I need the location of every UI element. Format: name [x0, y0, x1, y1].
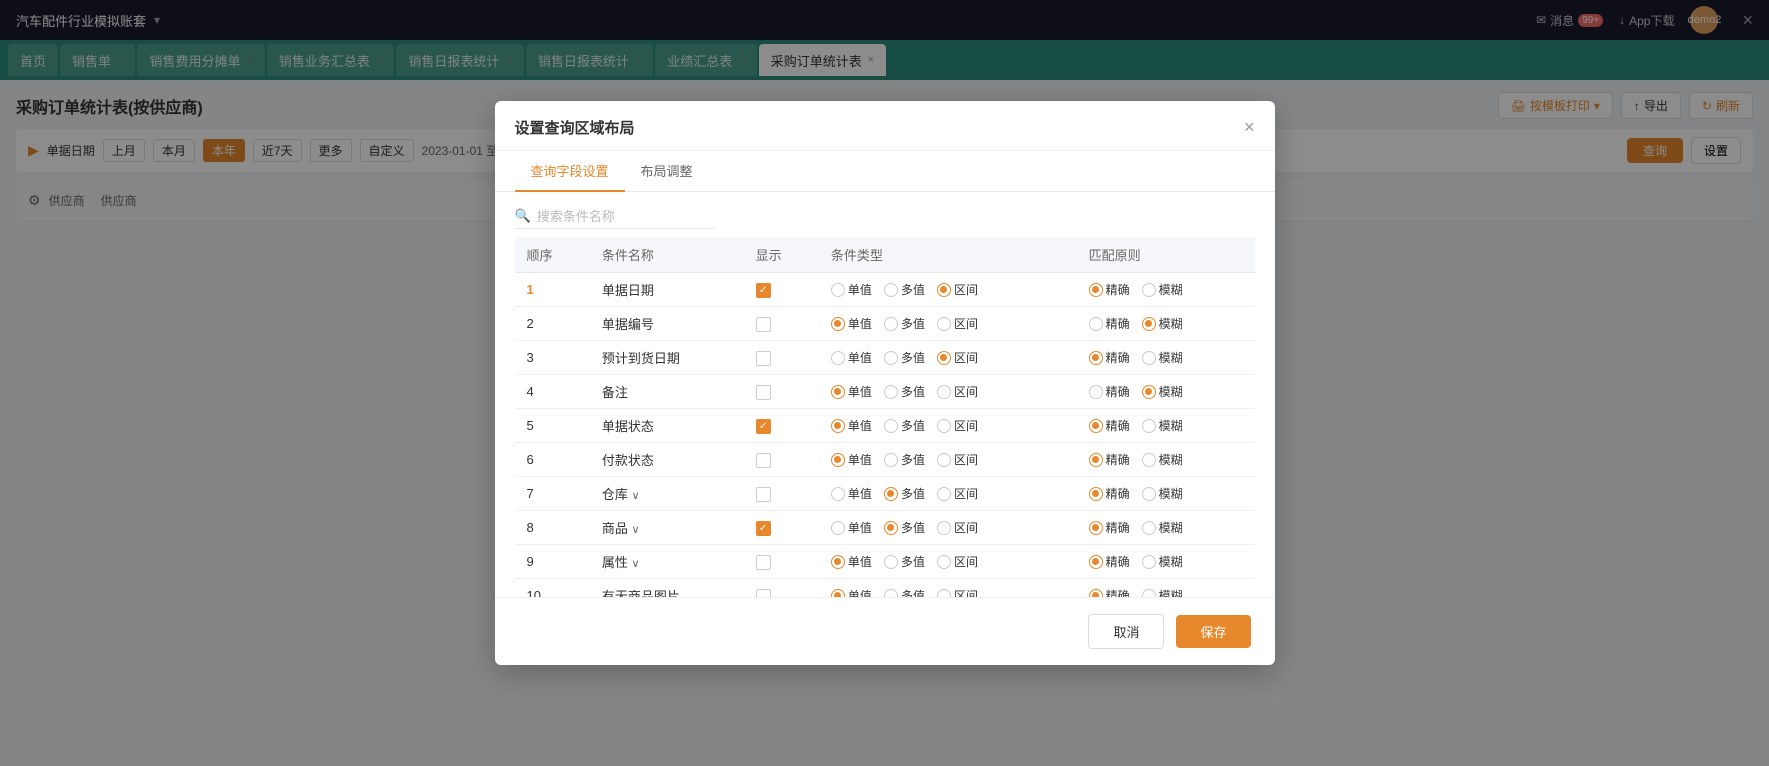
match-fuzzy-opt[interactable]: 模糊	[1142, 281, 1183, 298]
row-match-group: 精确 模糊	[1089, 417, 1243, 434]
row-display-checkbox[interactable]	[756, 521, 771, 536]
row-match-group: 精确 模糊	[1089, 315, 1243, 332]
expand-icon: ∨	[631, 490, 639, 502]
row-match-group: 精确 模糊	[1089, 281, 1243, 298]
row-type-group: 单值 多值 区间	[831, 383, 1065, 400]
match-precise-opt[interactable]: 精确	[1089, 281, 1130, 298]
table-row: 9 属性 ∨ 单值 多值 区间 精确	[515, 545, 1255, 579]
dialog-search-area: 🔍	[495, 192, 1275, 237]
row-type-group: 单值 多值 区间	[831, 315, 1065, 332]
search-icon: 🔍	[515, 208, 531, 224]
table-row: 10 有无商品图片 单值 多值 区间 精确	[515, 579, 1255, 598]
row-display-checkbox[interactable]	[756, 453, 771, 468]
row-name: 预计到货日期	[590, 341, 744, 375]
row-name: 付款状态	[590, 443, 744, 477]
table-row: 2 单据编号 单值 多值 区间 精确	[515, 307, 1255, 341]
th-name: 条件名称	[590, 237, 744, 273]
row-display-checkbox[interactable]	[756, 487, 771, 502]
row-type-group: 单值 多值 区间	[831, 451, 1065, 468]
row-display-checkbox[interactable]	[756, 419, 771, 434]
cancel-btn[interactable]: 取消	[1088, 614, 1164, 649]
row-display-checkbox[interactable]	[756, 555, 771, 570]
row-display-checkbox[interactable]	[756, 317, 771, 332]
row-order: 8	[527, 520, 534, 535]
row-name: 单据日期	[590, 273, 744, 307]
row-type-group: 单值 多值 区间	[831, 281, 1065, 298]
th-order: 顺序	[515, 237, 590, 273]
dialog-header: 设置查询区域布局 ×	[495, 101, 1275, 151]
row-order: 6	[527, 452, 534, 467]
row-display-checkbox[interactable]	[756, 283, 771, 298]
match-fuzzy-radio[interactable]	[1142, 283, 1156, 297]
table-row: 1 单据日期 单值 多值	[515, 273, 1255, 307]
row-type-group: 单值 多值 区间	[831, 553, 1065, 570]
dialog-title: 设置查询区域布局	[515, 117, 635, 138]
row-order: 5	[527, 418, 534, 433]
row-order: 3	[527, 350, 534, 365]
table-row: 5 单据状态 单值 多值 区间 精确	[515, 409, 1255, 443]
row-match-group: 精确 模糊	[1089, 349, 1243, 366]
row-order: 9	[527, 554, 534, 569]
type-single-radio[interactable]	[831, 283, 845, 297]
row-name: 仓库 ∨	[590, 477, 744, 511]
row-match-group: 精确 模糊	[1089, 485, 1243, 502]
expand-icon: ∨	[631, 524, 639, 536]
dialog-footer: 取消 保存	[495, 597, 1275, 665]
row-match-group: 精确 模糊	[1089, 451, 1243, 468]
row-match-group: 精确 模糊	[1089, 519, 1243, 536]
row-type-group: 单值 多值 区间	[831, 349, 1065, 366]
table-row: 4 备注 单值 多值 区间 精确	[515, 375, 1255, 409]
row-order: 1	[527, 282, 534, 297]
fields-table: 顺序 条件名称 显示 条件类型 匹配原则 1 单据日期	[515, 237, 1255, 597]
type-range-radio[interactable]	[937, 283, 951, 297]
row-order: 2	[527, 316, 534, 331]
row-type-group: 单值 多值 区间	[831, 587, 1065, 597]
row-display-checkbox[interactable]	[756, 351, 771, 366]
row-order: 4	[527, 384, 534, 399]
save-btn[interactable]: 保存	[1176, 615, 1250, 648]
tab-layout-adjust[interactable]: 布局调整	[625, 151, 709, 192]
row-display-checkbox[interactable]	[756, 385, 771, 400]
table-header-row: 顺序 条件名称 显示 条件类型 匹配原则	[515, 237, 1255, 273]
row-name: 商品 ∨	[590, 511, 744, 545]
row-name: 属性 ∨	[590, 545, 744, 579]
table-row: 7 仓库 ∨ 单值 多值 区间 精确	[515, 477, 1255, 511]
row-match-group: 精确 模糊	[1089, 587, 1243, 597]
row-display-checkbox[interactable]	[756, 589, 771, 597]
table-row: 3 预计到货日期 单值 多值 区间 精确	[515, 341, 1255, 375]
settings-dialog: 设置查询区域布局 × 查询字段设置 布局调整 🔍 顺序	[495, 101, 1275, 665]
row-match-group: 精确 模糊	[1089, 553, 1243, 570]
th-display: 显示	[744, 237, 819, 273]
row-type-group: 单值 多值 区间	[831, 417, 1065, 434]
dialog-close-btn[interactable]: ×	[1244, 117, 1255, 138]
row-type-group: 单值 多值 区间	[831, 519, 1065, 536]
table-scroll-area[interactable]: 顺序 条件名称 显示 条件类型 匹配原则 1 单据日期	[495, 237, 1275, 597]
type-range-opt[interactable]: 区间	[937, 281, 978, 298]
type-multi-opt[interactable]: 多值	[884, 281, 925, 298]
row-name: 有无商品图片	[590, 579, 744, 598]
dialog-tabs: 查询字段设置 布局调整	[495, 151, 1275, 192]
match-precise-radio[interactable]	[1089, 283, 1103, 297]
type-single-opt[interactable]: 单值	[831, 281, 872, 298]
row-name: 单据编号	[590, 307, 744, 341]
row-name: 备注	[590, 375, 744, 409]
table-row: 8 商品 ∨ 单值 多值 区间 精确	[515, 511, 1255, 545]
row-order: 10	[527, 588, 541, 597]
dialog-overlay: 设置查询区域布局 × 查询字段设置 布局调整 🔍 顺序	[0, 0, 1769, 766]
search-wrapper: 🔍	[515, 204, 715, 229]
table-row: 6 付款状态 单值 多值 区间 精确	[515, 443, 1255, 477]
row-type-group: 单值 多值 区间	[831, 485, 1065, 502]
search-input[interactable]	[537, 209, 697, 224]
expand-icon: ∨	[631, 558, 639, 570]
row-name: 单据状态	[590, 409, 744, 443]
tab-query-fields[interactable]: 查询字段设置	[515, 151, 625, 192]
type-multi-radio[interactable]	[884, 283, 898, 297]
th-match: 匹配原则	[1077, 237, 1255, 273]
th-type: 条件类型	[819, 237, 1077, 273]
row-order: 7	[527, 486, 534, 501]
row-match-group: 精确 模糊	[1089, 383, 1243, 400]
